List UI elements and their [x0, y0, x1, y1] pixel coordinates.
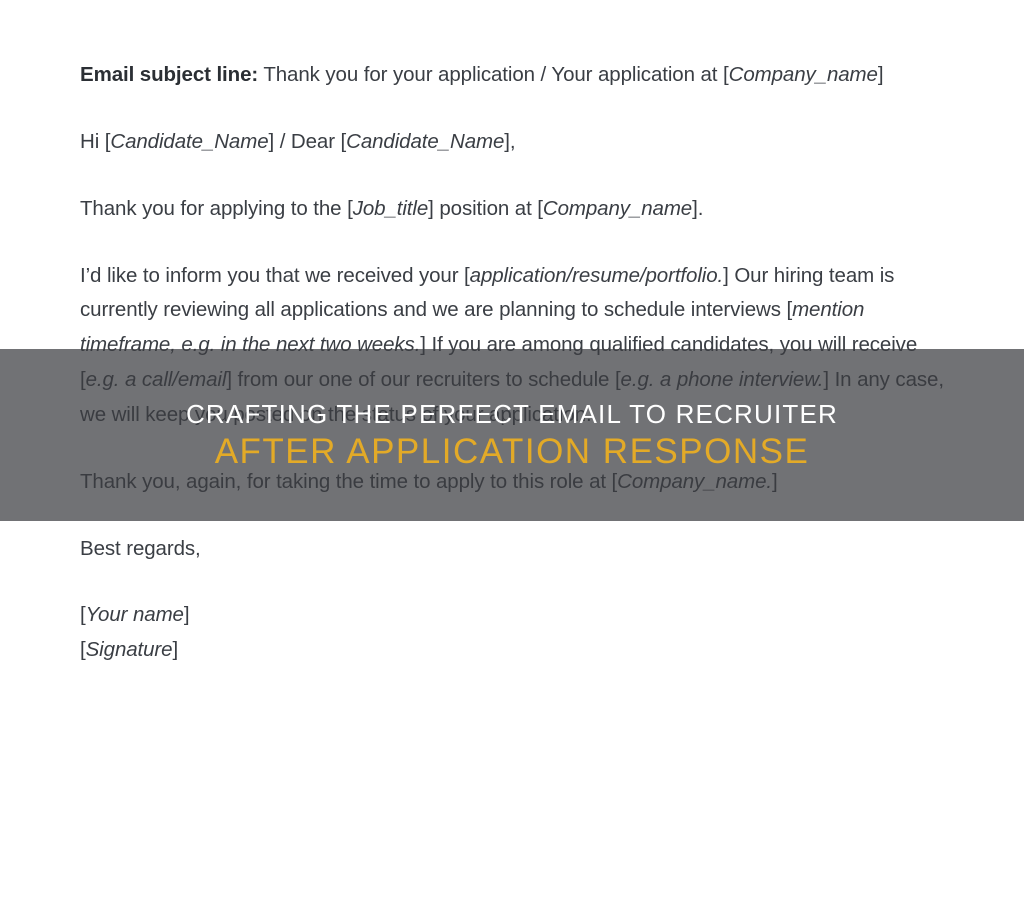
para2-placeholder-app: application/resume/portfolio.	[470, 264, 724, 287]
greeting-placeholder-candidate2: Candidate_Name	[346, 130, 504, 153]
para1-text3: ].	[692, 197, 703, 220]
signature-block: [Your name] [Signature]	[80, 598, 944, 668]
para1-placeholder-jobtitle: Job_title	[353, 197, 428, 220]
subject-placeholder-company: Company_name	[729, 63, 878, 86]
closing-paragraph: Thank you, again, for taking the time to…	[80, 465, 944, 500]
bottom-spacer	[80, 668, 944, 748]
para3-placeholder-company: Company_name.	[617, 470, 772, 493]
sig-post: ]	[172, 638, 178, 661]
para2-text1: I’d like to inform you that we received …	[80, 264, 470, 287]
subject-label: Email subject line:	[80, 63, 258, 86]
para1-text1: Thank you for applying to the [	[80, 197, 353, 220]
greeting-post: ],	[504, 130, 515, 153]
para1-text2: ] position at [	[428, 197, 543, 220]
para2-text4: ] from our one of our recruiters to sche…	[226, 368, 620, 391]
para2-placeholder-phoneinterview: e.g. a phone interview.	[621, 368, 824, 391]
subject-line: Email subject line: Thank you for your a…	[80, 58, 944, 93]
main-paragraph: I’d like to inform you that we received …	[80, 259, 944, 433]
greeting-mid: ] / Dear [	[269, 130, 347, 153]
signoff-regards: Best regards,	[80, 532, 944, 567]
thankyou-paragraph: Thank you for applying to the [Job_title…	[80, 192, 944, 227]
para3-text2: ]	[772, 470, 778, 493]
name-post: ]	[184, 603, 190, 626]
greeting-line: Hi [Candidate_Name] / Dear [Candidate_Na…	[80, 125, 944, 160]
para1-placeholder-company: Company_name	[543, 197, 692, 220]
greeting-pre: Hi [	[80, 130, 110, 153]
greeting-placeholder-candidate1: Candidate_Name	[110, 130, 268, 153]
email-template-body: Email subject line: Thank you for your a…	[0, 0, 1024, 748]
name-placeholder: Your name	[86, 603, 184, 626]
sig-placeholder: Signature	[86, 638, 173, 661]
para3-text1: Thank you, again, for taking the time to…	[80, 470, 617, 493]
subject-text-after: ]	[878, 63, 884, 86]
para2-placeholder-callemail: e.g. a call/email	[86, 368, 227, 391]
subject-text-before: Thank you for your application / Your ap…	[258, 63, 729, 86]
